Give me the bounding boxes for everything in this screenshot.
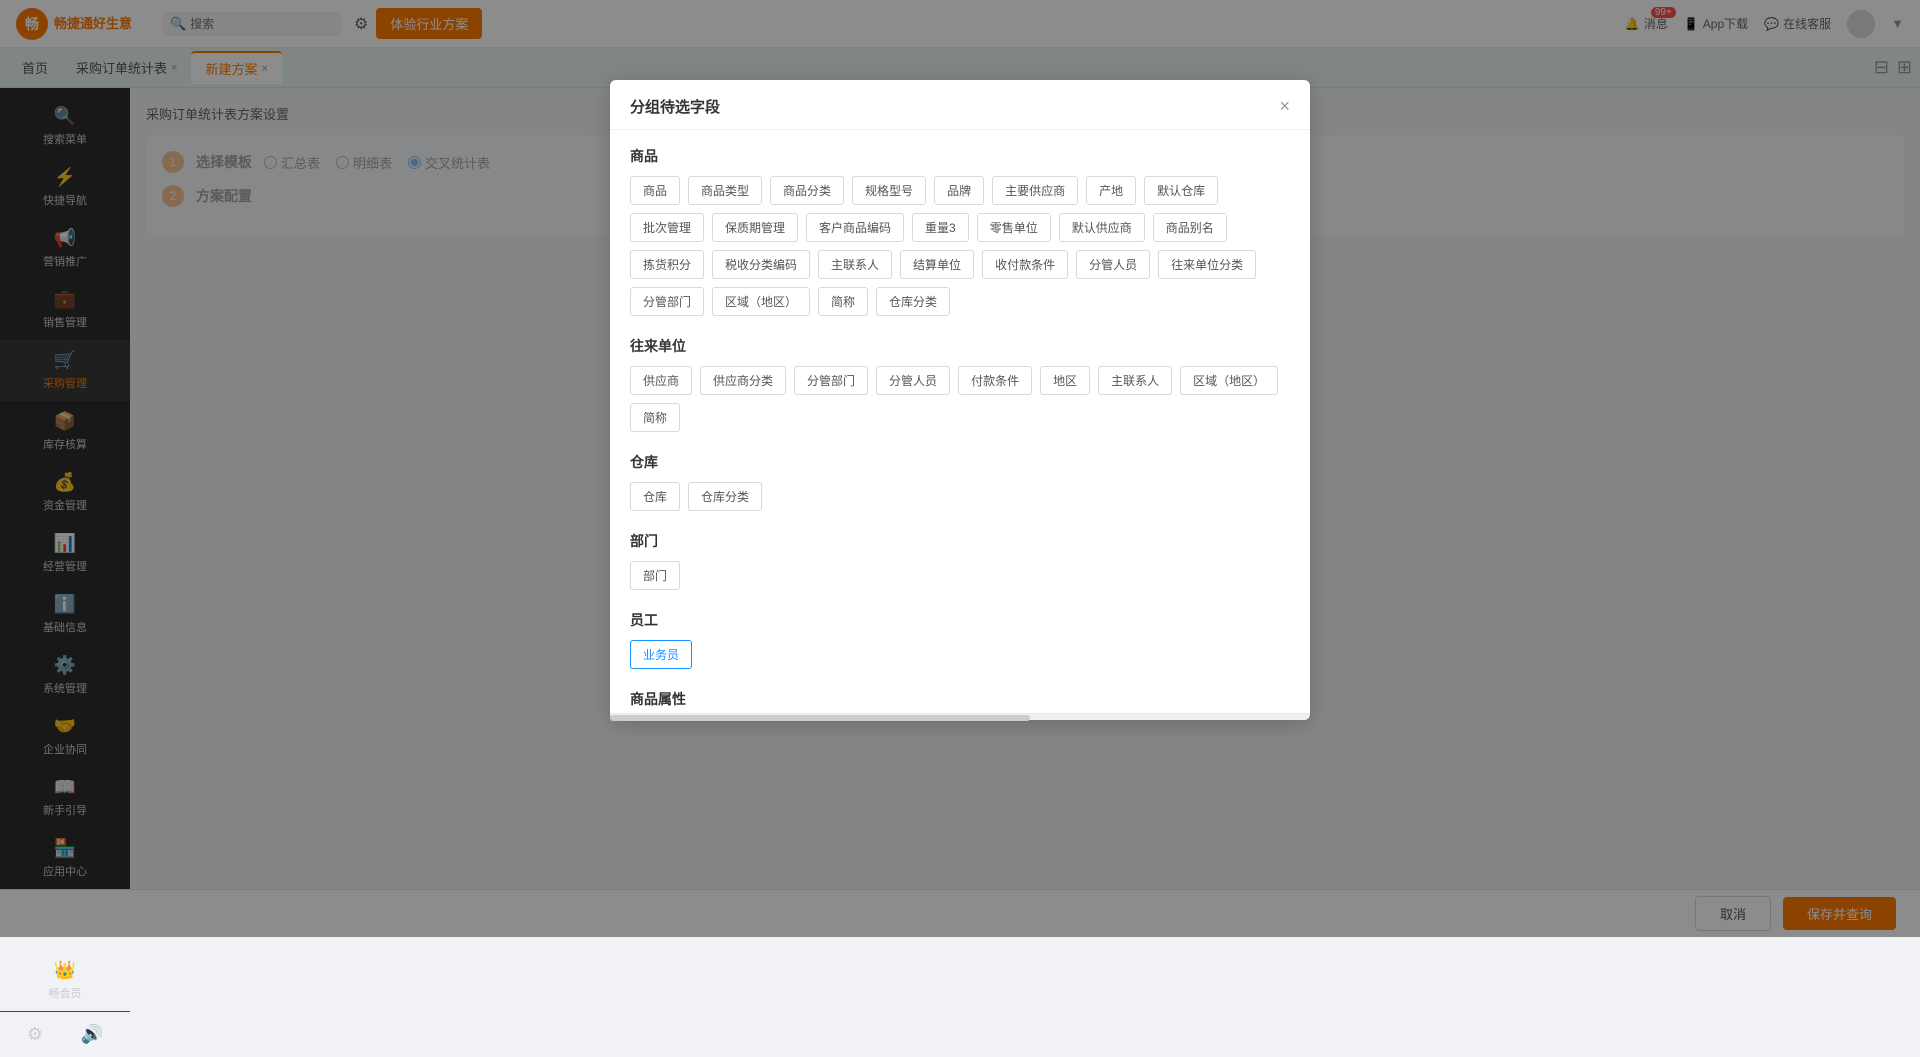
tag-short-name-product[interactable]: 简称 [818, 287, 868, 316]
modal-header: 分组待选字段 × [610, 80, 1310, 130]
field-selection-modal: 分组待选字段 × 商品 商品 商品类型 商品分类 规格型号 品牌 主要供应商 产… [610, 80, 1310, 720]
warehouse-tags: 仓库 仓库分类 [630, 482, 1290, 511]
field-group-dept-title: 部门 [630, 531, 1290, 551]
tag-brand[interactable]: 品牌 [934, 176, 984, 205]
modal-overlay: 分组待选字段 × 商品 商品 商品类型 商品分类 规格型号 品牌 主要供应商 产… [0, 0, 1920, 937]
tag-department[interactable]: 部门 [630, 561, 680, 590]
tag-manager[interactable]: 分管人员 [1076, 250, 1150, 279]
tag-product-alias[interactable]: 商品别名 [1153, 213, 1227, 242]
tag-warehouse-category[interactable]: 仓库分类 [876, 287, 950, 316]
member-icon: 👑 [54, 960, 76, 981]
field-group-partner: 往来单位 供应商 供应商分类 分管部门 分管人员 付款条件 地区 主联系人 区域… [630, 336, 1290, 432]
tag-main-supplier[interactable]: 主要供应商 [992, 176, 1078, 205]
tag-weight[interactable]: 重量3 [912, 213, 969, 242]
tag-origin[interactable]: 产地 [1086, 176, 1136, 205]
sidebar-member-label: 畅会员 [49, 985, 82, 1001]
modal-scroll-bar[interactable] [610, 713, 1310, 720]
tag-settlement-unit[interactable]: 结算单位 [900, 250, 974, 279]
field-group-employee-title: 员工 [630, 610, 1290, 630]
tag-default-supplier[interactable]: 默认供应商 [1059, 213, 1145, 242]
tag-default-warehouse[interactable]: 默认仓库 [1144, 176, 1218, 205]
tag-pick-points[interactable]: 拣货积分 [630, 250, 704, 279]
tag-spec-model[interactable]: 规格型号 [852, 176, 926, 205]
tag-region-product[interactable]: 区域（地区） [712, 287, 810, 316]
modal-title: 分组待选字段 [630, 96, 720, 117]
tag-warehouse[interactable]: 仓库 [630, 482, 680, 511]
sidebar-bottom: ⚙ 🔊 [0, 1011, 130, 1057]
audio-bottom-button[interactable]: 🔊 [81, 1024, 103, 1045]
tag-product-type[interactable]: 商品类型 [688, 176, 762, 205]
tag-expiry-mgmt[interactable]: 保质期管理 [712, 213, 798, 242]
settings-bottom-button[interactable]: ⚙ [27, 1024, 43, 1045]
partner-tags: 供应商 供应商分类 分管部门 分管人员 付款条件 地区 主联系人 区域（地区） … [630, 366, 1290, 432]
tag-warehouse-cat[interactable]: 仓库分类 [688, 482, 762, 511]
tag-tax-code[interactable]: 税收分类编码 [712, 250, 810, 279]
field-group-partner-title: 往来单位 [630, 336, 1290, 356]
tag-main-contact[interactable]: 主联系人 [818, 250, 892, 279]
tag-batch-mgmt[interactable]: 批次管理 [630, 213, 704, 242]
tag-mgmt-dept[interactable]: 分管部门 [794, 366, 868, 395]
field-group-warehouse: 仓库 仓库 仓库分类 [630, 452, 1290, 511]
modal-body[interactable]: 商品 商品 商品类型 商品分类 规格型号 品牌 主要供应商 产地 默认仓库 批次… [610, 130, 1310, 713]
tag-supplier[interactable]: 供应商 [630, 366, 692, 395]
modal-scroll-thumb [610, 715, 1030, 721]
employee-tags: 业务员 [630, 640, 1290, 669]
tag-mgmt-person[interactable]: 分管人员 [876, 366, 950, 395]
tag-partner-category[interactable]: 往来单位分类 [1158, 250, 1256, 279]
tag-retail-unit[interactable]: 零售单位 [977, 213, 1051, 242]
tag-supplier-category[interactable]: 供应商分类 [700, 366, 786, 395]
modal-close-button[interactable]: × [1279, 96, 1290, 117]
field-group-warehouse-title: 仓库 [630, 452, 1290, 472]
field-group-product-attr: 商品属性 属性 颜色 多规格 尺码 鞋码 1 [630, 689, 1290, 713]
tag-product[interactable]: 商品 [630, 176, 680, 205]
tag-region-partner[interactable]: 地区 [1040, 366, 1090, 395]
tag-payment-terms[interactable]: 收付款条件 [982, 250, 1068, 279]
tag-product-category[interactable]: 商品分类 [770, 176, 844, 205]
field-group-product: 商品 商品 商品类型 商品分类 规格型号 品牌 主要供应商 产地 默认仓库 批次… [630, 146, 1290, 316]
tag-main-contact-partner[interactable]: 主联系人 [1098, 366, 1172, 395]
field-group-dept: 部门 部门 [630, 531, 1290, 590]
field-group-attr-title: 商品属性 [630, 689, 1290, 709]
tag-region-area[interactable]: 区域（地区） [1180, 366, 1278, 395]
tag-customer-code[interactable]: 客户商品编码 [806, 213, 904, 242]
field-group-product-title: 商品 [630, 146, 1290, 166]
tag-dept[interactable]: 分管部门 [630, 287, 704, 316]
tag-salesperson[interactable]: 业务员 [630, 640, 692, 669]
tag-short-name-partner[interactable]: 简称 [630, 403, 680, 432]
dept-tags: 部门 [630, 561, 1290, 590]
sidebar-item-member[interactable]: 👑 畅会员 [0, 950, 130, 1011]
tag-payment-condition[interactable]: 付款条件 [958, 366, 1032, 395]
field-group-employee: 员工 业务员 [630, 610, 1290, 669]
product-tags: 商品 商品类型 商品分类 规格型号 品牌 主要供应商 产地 默认仓库 批次管理 … [630, 176, 1290, 316]
